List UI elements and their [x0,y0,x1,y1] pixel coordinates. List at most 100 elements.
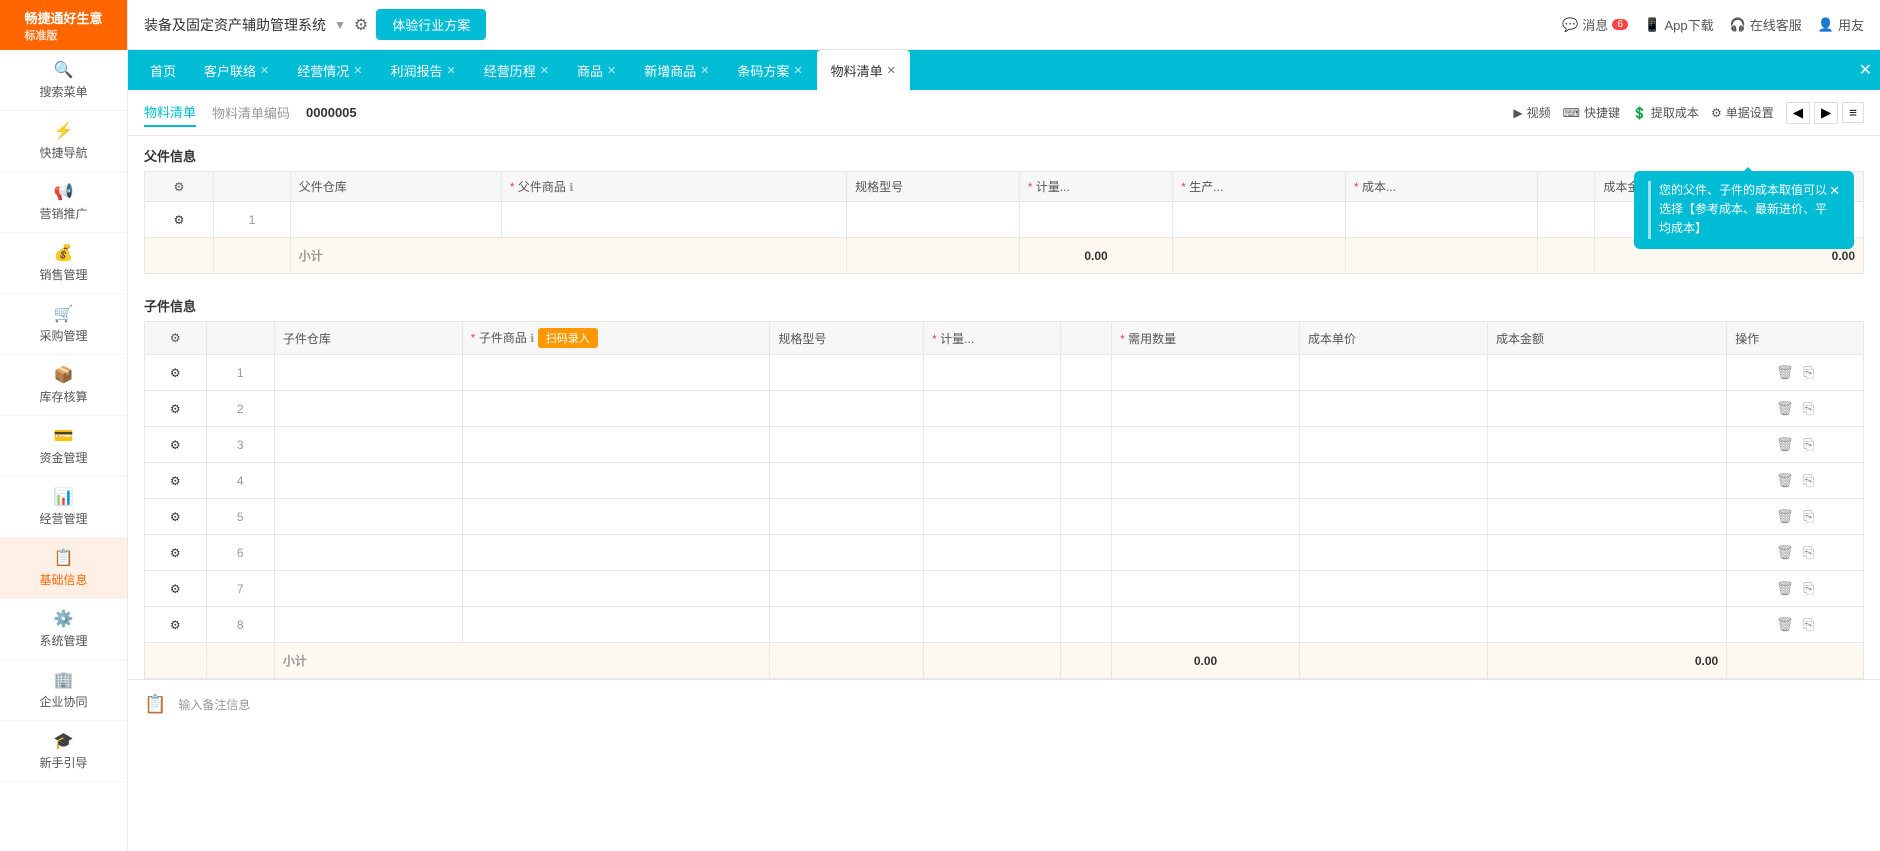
sidebar-item-marketing[interactable]: 📢 营销推广 [0,172,127,233]
child-row-product[interactable] [462,427,770,463]
app-download-item[interactable]: 📱 App下载 [1644,15,1713,34]
child-row-qty[interactable] [1112,463,1300,499]
parent-row-cost[interactable] [1345,202,1537,238]
child-row-gear[interactable]: ⚙ [145,607,207,643]
child-row-warehouse[interactable] [274,535,462,571]
tab-history-close[interactable]: ✕ [540,64,549,77]
child-row-unit[interactable] [924,427,1061,463]
tab-newgoods-close[interactable]: ✕ [700,64,709,77]
tab-home[interactable]: 首页 [136,50,190,90]
child-row-unitprice[interactable] [1300,463,1488,499]
tab-bom[interactable]: 物料清单 ✕ [817,50,910,90]
copy-icon[interactable]: ⎘ [1803,580,1814,596]
child-row-unit[interactable] [924,535,1061,571]
child-row-spec[interactable] [770,499,924,535]
child-row-unit[interactable] [924,355,1061,391]
tab-history[interactable]: 经营历程 ✕ [470,50,563,90]
sidebar-item-purchase[interactable]: 🛒 采购管理 [0,294,127,355]
child-row-product[interactable] [462,355,770,391]
child-row-unit[interactable] [924,463,1061,499]
child-row-qty[interactable] [1112,499,1300,535]
parent-row-gear[interactable]: ⚙ [145,202,214,238]
tab-barcode[interactable]: 条码方案 ✕ [723,50,816,90]
tooltip-close-btn[interactable]: ✕ [1829,181,1840,202]
tab-profit-close[interactable]: ✕ [447,64,456,77]
delete-icon[interactable]: 🗑 [1776,436,1794,452]
sidebar-item-system[interactable]: ⚙️ 系统管理 [0,599,127,660]
child-row-spec[interactable] [770,607,924,643]
child-row-product[interactable] [462,499,770,535]
child-col-settings[interactable]: ⚙ [145,322,207,355]
delete-icon[interactable]: 🗑 [1776,508,1794,524]
sidebar-item-search[interactable]: 🔍 搜索菜单 [0,50,127,111]
sidebar-item-guide[interactable]: 🎓 新手引导 [0,721,127,782]
child-row-warehouse[interactable] [274,607,462,643]
child-row-qty[interactable] [1112,391,1300,427]
tab-barcode-close[interactable]: ✕ [793,64,802,77]
child-row-gear[interactable]: ⚙ [145,391,207,427]
child-row-unit[interactable] [924,571,1061,607]
child-row-spec[interactable] [770,535,924,571]
view-action[interactable]: ▶ 视频 [1513,104,1550,121]
child-row-qty[interactable] [1112,571,1300,607]
child-row-unitprice[interactable] [1300,499,1488,535]
user-item[interactable]: 👤 用友 [1818,15,1864,34]
child-row-product[interactable] [462,391,770,427]
parent-row-warehouse[interactable] [290,202,501,238]
sidebar-item-quicknav[interactable]: ⚡ 快捷导航 [0,111,127,172]
child-row-gear[interactable]: ⚙ [145,535,207,571]
copy-icon[interactable]: ⎘ [1803,400,1814,416]
grid-btn[interactable]: ≡ [1842,102,1864,123]
child-row-spec[interactable] [770,571,924,607]
delete-icon[interactable]: 🗑 [1776,472,1794,488]
sidebar-item-enterprise[interactable]: 🏢 企业协同 [0,660,127,721]
tab-customer-close[interactable]: ✕ [260,64,269,77]
tab-close-all[interactable]: ✕ [1859,60,1872,80]
sidebar-item-inventory[interactable]: 📦 库存核算 [0,355,127,416]
child-row-gear[interactable]: ⚙ [145,499,207,535]
child-row-unit[interactable] [924,499,1061,535]
tab-bom-close[interactable]: ✕ [887,64,896,77]
sidebar-item-sales[interactable]: 💰 销售管理 [0,233,127,294]
tab-operations-close[interactable]: ✕ [353,64,362,77]
child-row-qty[interactable] [1112,535,1300,571]
child-row-unit[interactable] [924,391,1061,427]
scan-btn[interactable]: 扫码录入 [538,328,598,348]
message-item[interactable]: 💬 消息 6 [1562,15,1628,34]
tab-goods[interactable]: 商品 ✕ [563,50,630,90]
child-row-spec[interactable] [770,427,924,463]
sub-tab-list[interactable]: 物料清单 [144,98,196,127]
prev-btn[interactable]: ◀ [1786,102,1810,124]
tab-operations[interactable]: 经营情况 ✕ [283,50,376,90]
next-btn[interactable]: ▶ [1814,102,1838,124]
delete-icon[interactable]: 🗑 [1776,616,1794,632]
child-row-warehouse[interactable] [274,571,462,607]
child-row-product[interactable] [462,535,770,571]
child-row-unitprice[interactable] [1300,535,1488,571]
topbar-gear-icon[interactable]: ⚙ [354,15,368,35]
tab-goods-close[interactable]: ✕ [607,64,616,77]
child-row-spec[interactable] [770,463,924,499]
tab-newgoods[interactable]: 新增商品 ✕ [630,50,723,90]
cost-action[interactable]: 💲 提取成本 [1632,104,1699,121]
parent-row-spec[interactable] [847,202,1020,238]
child-row-warehouse[interactable] [274,355,462,391]
child-row-unitprice[interactable] [1300,427,1488,463]
online-service-item[interactable]: 🎧 在线客服 [1730,15,1802,34]
tab-customer[interactable]: 客户联络 ✕ [190,50,283,90]
child-row-unitprice[interactable] [1300,607,1488,643]
child-row-product[interactable] [462,607,770,643]
child-row-unitprice[interactable] [1300,355,1488,391]
child-row-gear[interactable]: ⚙ [145,571,207,607]
shortcut-action[interactable]: ⌨ 快捷键 [1563,104,1620,121]
child-row-product[interactable] [462,463,770,499]
copy-icon[interactable]: ⎘ [1803,436,1814,452]
child-row-product[interactable] [462,571,770,607]
copy-icon[interactable]: ⎘ [1803,616,1814,632]
sidebar-item-finance[interactable]: 💳 资金管理 [0,416,127,477]
child-row-unitprice[interactable] [1300,571,1488,607]
child-row-gear[interactable]: ⚙ [145,355,207,391]
topbar-dropdown-arrow[interactable]: ▼ [334,18,346,32]
experience-btn[interactable]: 体验行业方案 [376,9,486,40]
child-row-warehouse[interactable] [274,391,462,427]
